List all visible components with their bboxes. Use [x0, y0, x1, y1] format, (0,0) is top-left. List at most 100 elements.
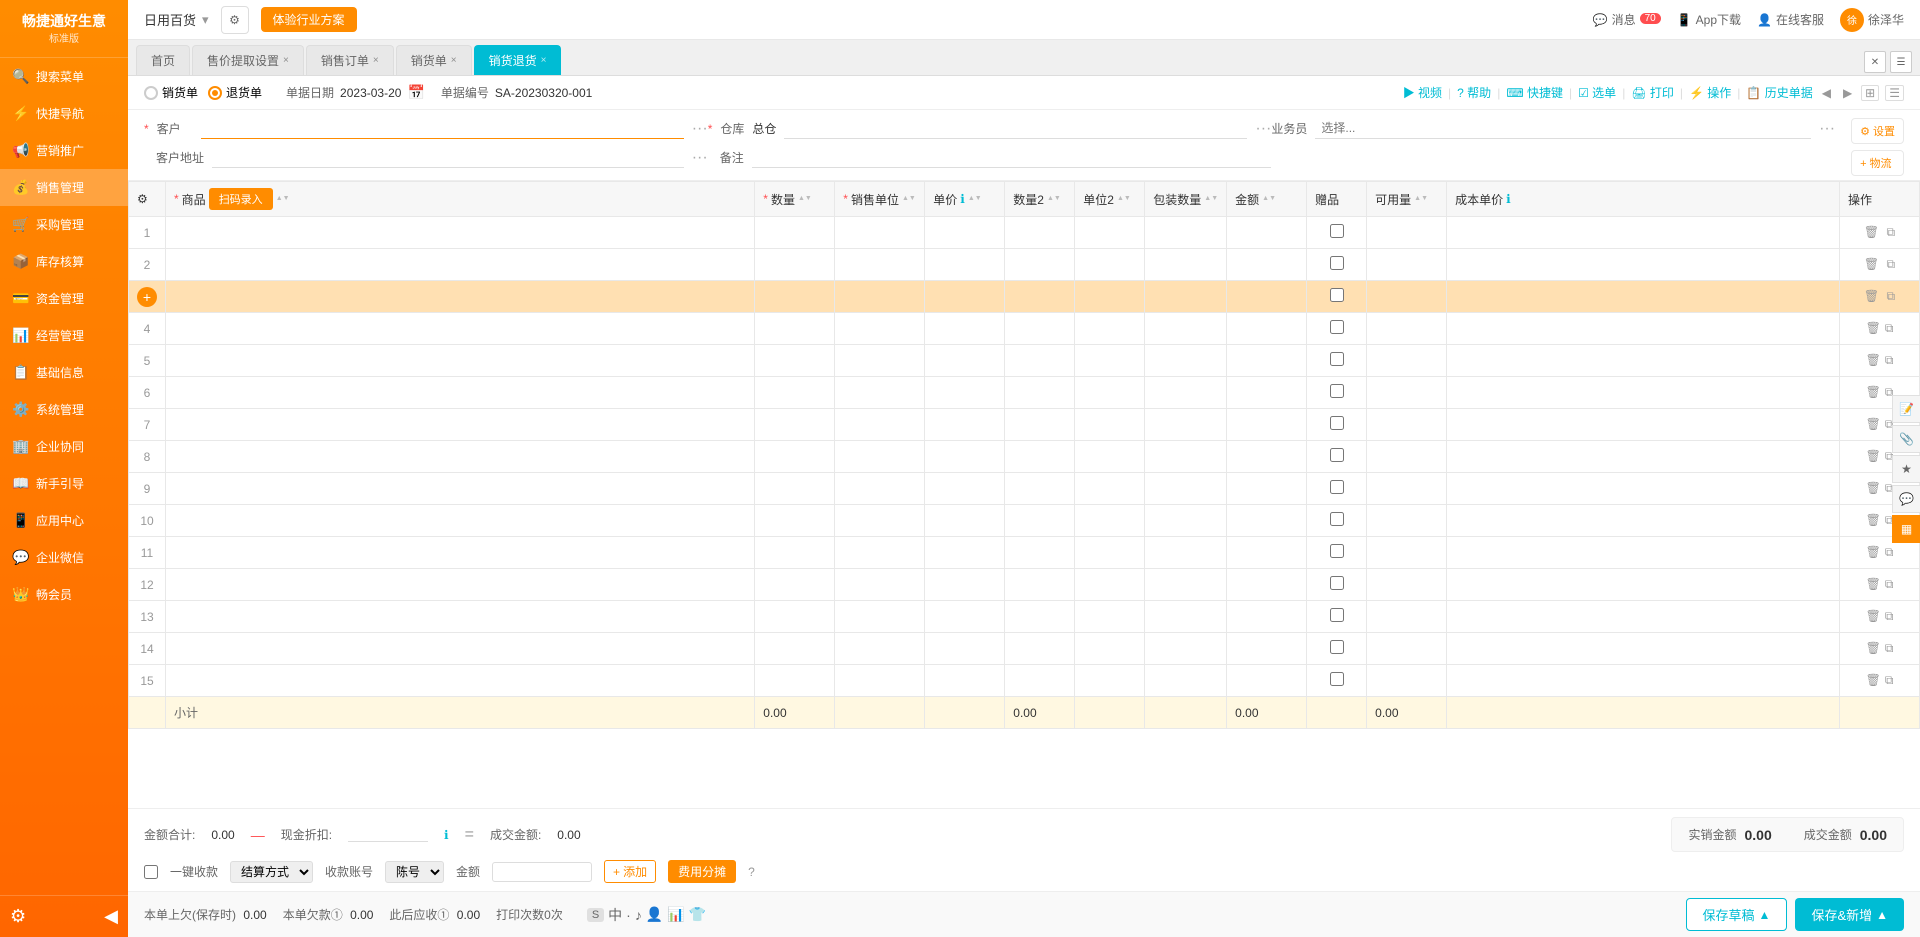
sidebar-item-inventory[interactable]: 📦 库存核算: [0, 243, 128, 280]
unit-cell[interactable]: [835, 313, 925, 345]
amount-cell[interactable]: [1227, 537, 1307, 569]
copy-icon[interactable]: ⧉: [1885, 641, 1894, 655]
warehouse-input[interactable]: [784, 118, 1247, 139]
available-cell[interactable]: [1367, 313, 1447, 345]
price-cell[interactable]: [925, 473, 1005, 505]
copy-icon[interactable]: ⧉: [1887, 257, 1896, 271]
gift-checkbox[interactable]: [1330, 608, 1344, 622]
app-download-item[interactable]: 📱 App下载: [1677, 11, 1741, 28]
pack-sort-icon[interactable]: ▲▼: [1204, 196, 1218, 202]
delete-icon[interactable]: 🗑: [1866, 321, 1881, 335]
sidebar-item-newbie[interactable]: 📖 新手引导: [0, 465, 128, 502]
header-settings-button[interactable]: ⚙: [221, 6, 249, 34]
cost-price-info-icon[interactable]: ℹ: [1506, 192, 1511, 206]
cost-price-cell[interactable]: [1447, 665, 1840, 697]
cost-price-cell[interactable]: [1447, 441, 1840, 473]
delete-icon[interactable]: 🗑: [1864, 289, 1879, 303]
right-float-star[interactable]: ★: [1892, 455, 1920, 483]
message-item[interactable]: 💬 消息 70: [1593, 11, 1661, 28]
warehouse-select-btn[interactable]: ···: [1255, 120, 1271, 138]
tab-sales-return-close-icon[interactable]: ×: [541, 55, 547, 66]
unit2-cell[interactable]: [1075, 601, 1145, 633]
available-cell[interactable]: [1367, 249, 1447, 281]
qty-cell[interactable]: [755, 313, 835, 345]
price-cell[interactable]: [925, 441, 1005, 473]
qty-cell[interactable]: [755, 633, 835, 665]
help-btn[interactable]: ? 帮助: [1457, 84, 1491, 101]
available-cell[interactable]: [1367, 409, 1447, 441]
price-cell[interactable]: [925, 665, 1005, 697]
pack-qty-cell[interactable]: [1145, 377, 1227, 409]
sidebar-item-app-center[interactable]: 📱 应用中心: [0, 502, 128, 539]
unit2-cell[interactable]: [1075, 441, 1145, 473]
grid-view-icon[interactable]: ⊞: [1861, 85, 1879, 101]
qty2-cell[interactable]: [1005, 409, 1075, 441]
qty-cell[interactable]: [755, 601, 835, 633]
address-input[interactable]: [212, 147, 684, 168]
radio-sales[interactable]: 销货单: [144, 84, 198, 101]
delete-icon[interactable]: 🗑: [1866, 577, 1881, 591]
unit2-cell[interactable]: [1075, 505, 1145, 537]
operation-btn[interactable]: ⚡ 操作: [1689, 84, 1731, 101]
product-cell[interactable]: [166, 217, 755, 249]
available-cell[interactable]: [1367, 217, 1447, 249]
qty2-cell[interactable]: [1005, 441, 1075, 473]
unit2-cell[interactable]: [1075, 217, 1145, 249]
experience-btn[interactable]: 体验行业方案: [261, 7, 357, 32]
available-cell[interactable]: [1367, 633, 1447, 665]
qty-sort-icon[interactable]: ▲▼: [798, 196, 812, 202]
delete-icon[interactable]: 🗑: [1866, 417, 1881, 431]
qty2-cell[interactable]: [1005, 569, 1075, 601]
product-cell[interactable]: [166, 409, 755, 441]
product-cell[interactable]: [166, 505, 755, 537]
unit2-cell[interactable]: [1075, 281, 1145, 313]
unit2-cell[interactable]: [1075, 633, 1145, 665]
calendar-icon[interactable]: 📅: [407, 84, 424, 101]
amount-cell[interactable]: [1227, 217, 1307, 249]
right-float-notes[interactable]: 📝: [1892, 395, 1920, 423]
customer-input[interactable]: [201, 118, 684, 139]
product-cell[interactable]: [166, 313, 755, 345]
gift-checkbox[interactable]: [1330, 448, 1344, 462]
address-select-btn[interactable]: ···: [692, 149, 708, 167]
gift-checkbox[interactable]: [1330, 416, 1344, 430]
delete-icon[interactable]: 🗑: [1866, 449, 1881, 463]
fee-split-btn[interactable]: 费用分摊: [668, 860, 736, 883]
tab-sales-order-close-icon[interactable]: ×: [373, 55, 379, 66]
available-cell[interactable]: [1367, 377, 1447, 409]
unit-cell[interactable]: [835, 217, 925, 249]
one-click-payment-checkbox[interactable]: [144, 865, 158, 879]
sidebar-item-vip[interactable]: 👑 畅会员: [0, 576, 128, 613]
copy-icon[interactable]: ⧉: [1885, 353, 1894, 367]
add-payment-btn[interactable]: + 添加: [604, 860, 656, 883]
unit-cell[interactable]: [835, 377, 925, 409]
doc-date-value[interactable]: 2023-03-20: [340, 86, 401, 100]
cost-price-cell[interactable]: [1447, 345, 1840, 377]
sidebar-item-finance[interactable]: 💳 资金管理: [0, 280, 128, 317]
qty2-cell[interactable]: [1005, 665, 1075, 697]
delete-icon[interactable]: 🗑: [1866, 513, 1881, 527]
cost-price-cell[interactable]: [1447, 569, 1840, 601]
cost-price-cell[interactable]: [1447, 473, 1840, 505]
sidebar-item-search[interactable]: 🔍 搜索菜单: [0, 58, 128, 95]
amount-cell[interactable]: [1227, 345, 1307, 377]
unit2-cell[interactable]: [1075, 313, 1145, 345]
qty2-cell[interactable]: [1005, 345, 1075, 377]
pack-qty-cell[interactable]: [1145, 281, 1227, 313]
product-cell[interactable]: [166, 377, 755, 409]
unit-cell[interactable]: [835, 569, 925, 601]
product-cell[interactable]: [166, 249, 755, 281]
qty2-cell[interactable]: [1005, 217, 1075, 249]
tab-sales-delivery[interactable]: 销货单 ×: [396, 45, 472, 75]
available-cell[interactable]: [1367, 281, 1447, 313]
available-cell[interactable]: [1367, 601, 1447, 633]
unit-cell[interactable]: [835, 633, 925, 665]
amount-cell[interactable]: [1227, 249, 1307, 281]
sidebar-item-operations[interactable]: 📊 经营管理: [0, 317, 128, 354]
delete-icon[interactable]: 🗑: [1866, 609, 1881, 623]
bottom-icon-2[interactable]: ·: [626, 907, 631, 923]
right-float-attach[interactable]: 📎: [1892, 425, 1920, 453]
available-cell[interactable]: [1367, 441, 1447, 473]
available-cell[interactable]: [1367, 537, 1447, 569]
cost-price-cell[interactable]: [1447, 537, 1840, 569]
